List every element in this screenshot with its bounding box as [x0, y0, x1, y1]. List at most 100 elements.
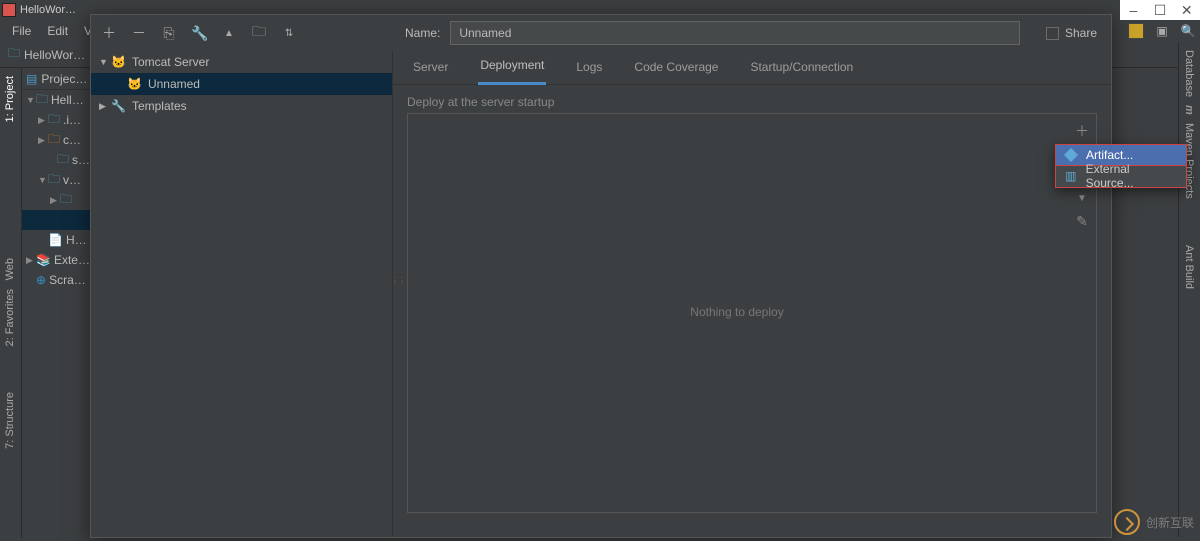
tree-unnamed-label: Unnamed — [148, 77, 200, 91]
project-tree-row[interactable]: ▶🗀c… — [22, 130, 90, 150]
menu-item-external-source[interactable]: ▥ External Source... — [1056, 165, 1186, 187]
tree-node-label: Hell… — [51, 93, 84, 107]
add-deploy-menu: Artifact... ▥ External Source... — [1055, 144, 1187, 188]
watermark-logo-icon — [1114, 509, 1140, 535]
wrench-icon: 🔧 — [111, 99, 126, 113]
external-source-icon: ▥ — [1064, 169, 1078, 183]
project-tree-row[interactable] — [22, 210, 90, 230]
folder-icon: 🗀 — [8, 44, 20, 65]
search-icon[interactable]: 🔍 — [1180, 23, 1196, 39]
name-input[interactable] — [450, 21, 1020, 45]
deploy-section-title: Deploy at the server startup — [407, 95, 1097, 109]
tree-node-icon: 🗀 — [48, 110, 60, 131]
tree-node-label: .i… — [63, 113, 81, 127]
tree-tomcat-server[interactable]: ▼🐱 Tomcat Server — [91, 51, 392, 73]
move-up-button[interactable]: ▲ — [221, 28, 237, 39]
tree-arrow-icon: ▼ — [38, 175, 48, 185]
tab-startup-connection[interactable]: Startup/Connection — [748, 52, 855, 84]
run-config-dialog: ＋ － ⎘ 🔧 ▲ 🗀 ⇅ Name: Share ▼🐱 Tomcat Serv… — [90, 14, 1112, 538]
tomcat-icon: 🐱 — [111, 55, 126, 69]
tree-node-icon: 🗀 — [48, 130, 60, 151]
tree-node-icon: 📚 — [36, 253, 51, 267]
share-label: Share — [1065, 26, 1097, 40]
project-tree-row[interactable]: ⊕Scra… — [22, 270, 90, 290]
deploy-edit-button[interactable]: ✎ — [1068, 210, 1096, 232]
dialog-tabs: Server Deployment Logs Code Coverage Sta… — [393, 51, 1111, 85]
share-checkbox-row[interactable]: Share — [1046, 26, 1097, 40]
close-button[interactable]: ✕ — [1173, 0, 1200, 20]
project-tree-header: ▤ Projec… — [22, 68, 90, 90]
deploy-down-button[interactable]: ▼ — [1068, 188, 1096, 210]
watermark-text: 创新互联 — [1146, 514, 1194, 531]
copy-config-button[interactable]: ⎘ — [161, 25, 177, 42]
dock-tab-database[interactable]: Database — [1183, 50, 1195, 97]
tab-server[interactable]: Server — [411, 52, 450, 84]
edit-defaults-button[interactable]: 🔧 — [191, 25, 207, 42]
tree-node-icon: 🗀 — [36, 90, 48, 111]
maximize-button[interactable]: ☐ — [1147, 0, 1174, 20]
dock-tab-project[interactable]: 1: Project — [4, 76, 16, 122]
tree-node-icon: ⊕ — [36, 273, 46, 287]
project-tree-title: Projec… — [41, 72, 87, 86]
artifact-icon — [1064, 150, 1078, 160]
breadcrumb-project[interactable]: HelloWor… — [24, 48, 85, 62]
tree-arrow-icon: ▶ — [38, 115, 48, 126]
project-tree-row[interactable]: 🗀s… — [22, 150, 90, 170]
menu-file[interactable]: File — [4, 22, 39, 40]
tab-logs[interactable]: Logs — [574, 52, 604, 84]
minimize-button[interactable]: – — [1120, 0, 1147, 20]
deploy-add-button[interactable]: ＋ — [1068, 120, 1096, 142]
add-config-button[interactable]: ＋ — [101, 23, 117, 43]
tree-templates[interactable]: ▶🔧 Templates — [91, 95, 392, 117]
tomcat-icon: 🐱 — [127, 77, 142, 91]
maven-icon: m — [1183, 105, 1195, 115]
tree-node-icon: 🗀 — [60, 190, 72, 211]
right-tool-dock: Database m Maven Projects Ant Build — [1178, 42, 1200, 537]
tab-code-coverage[interactable]: Code Coverage — [632, 52, 720, 84]
tree-node-label: Exte… — [54, 253, 90, 267]
app-icon — [2, 3, 16, 17]
tree-arrow-icon: ▶ — [38, 135, 48, 146]
tree-arrow-icon: ▼ — [26, 95, 36, 105]
sort-button[interactable]: ⇅ — [281, 28, 297, 39]
project-tree-row[interactable]: ▶🗀.i… — [22, 110, 90, 130]
menu-external-label: External Source... — [1086, 162, 1178, 190]
tree-node-icon: 🗀 — [57, 150, 69, 171]
tree-arrow-icon: ▶ — [50, 195, 60, 206]
tree-node-icon: 🗀 — [48, 170, 60, 191]
share-checkbox[interactable] — [1046, 27, 1059, 40]
project-tree-row[interactable]: ▼🗀v… — [22, 170, 90, 190]
menu-artifact-label: Artifact... — [1086, 148, 1133, 162]
project-tree-row[interactable]: ▼🗀Hell… — [22, 90, 90, 110]
tree-node-label: v… — [63, 173, 81, 187]
project-tree-row[interactable]: ▶📚Exte… — [22, 250, 90, 270]
project-tree-row[interactable]: 📄H… — [22, 230, 90, 250]
toolwindow-toggle-icon[interactable]: ▣ — [1154, 23, 1170, 39]
folder-button[interactable]: 🗀 — [251, 21, 267, 45]
remove-config-button[interactable]: － — [131, 23, 147, 43]
menu-edit[interactable]: Edit — [39, 22, 76, 40]
dock-tab-web[interactable]: Web — [4, 258, 16, 280]
split-handle-icon[interactable]: ⋮⋮ — [391, 276, 405, 285]
project-tree-panel: ▤ Projec… ▼🗀Hell…▶🗀.i…▶🗀c…🗀s…▼🗀v…▶🗀📄H…▶📚… — [22, 68, 90, 538]
window-controls: – ☐ ✕ — [1120, 0, 1200, 20]
project-tree-row[interactable]: ▶🗀 — [22, 190, 90, 210]
tree-node-label: Scra… — [49, 273, 86, 287]
tree-node-label: c… — [63, 133, 81, 147]
tab-deployment[interactable]: Deployment — [478, 50, 546, 85]
tree-arrow-icon: ▶ — [26, 255, 36, 266]
project-name: HelloWor… — [20, 4, 76, 16]
left-tool-dock: 1: Project Web 2: Favorites 7: Structure — [0, 68, 22, 538]
tree-node-label: H… — [66, 233, 87, 247]
tree-node-icon: 📄 — [48, 233, 63, 247]
tree-node-label: s… — [72, 153, 90, 167]
config-tree: ▼🐱 Tomcat Server 🐱 Unnamed ▶🔧 Templates … — [91, 51, 393, 537]
dock-tab-structure[interactable]: 7: Structure — [4, 392, 16, 449]
status-indicator-icon — [1128, 23, 1144, 39]
dialog-toolbar: ＋ － ⎘ 🔧 ▲ 🗀 ⇅ — [91, 21, 393, 45]
dock-tab-favorites[interactable]: 2: Favorites — [4, 289, 16, 346]
dock-tab-ant[interactable]: Ant Build — [1183, 245, 1195, 289]
watermark: 创新互联 — [1114, 509, 1194, 535]
tree-templates-label: Templates — [132, 99, 187, 113]
tree-unnamed-config[interactable]: 🐱 Unnamed — [91, 73, 392, 95]
